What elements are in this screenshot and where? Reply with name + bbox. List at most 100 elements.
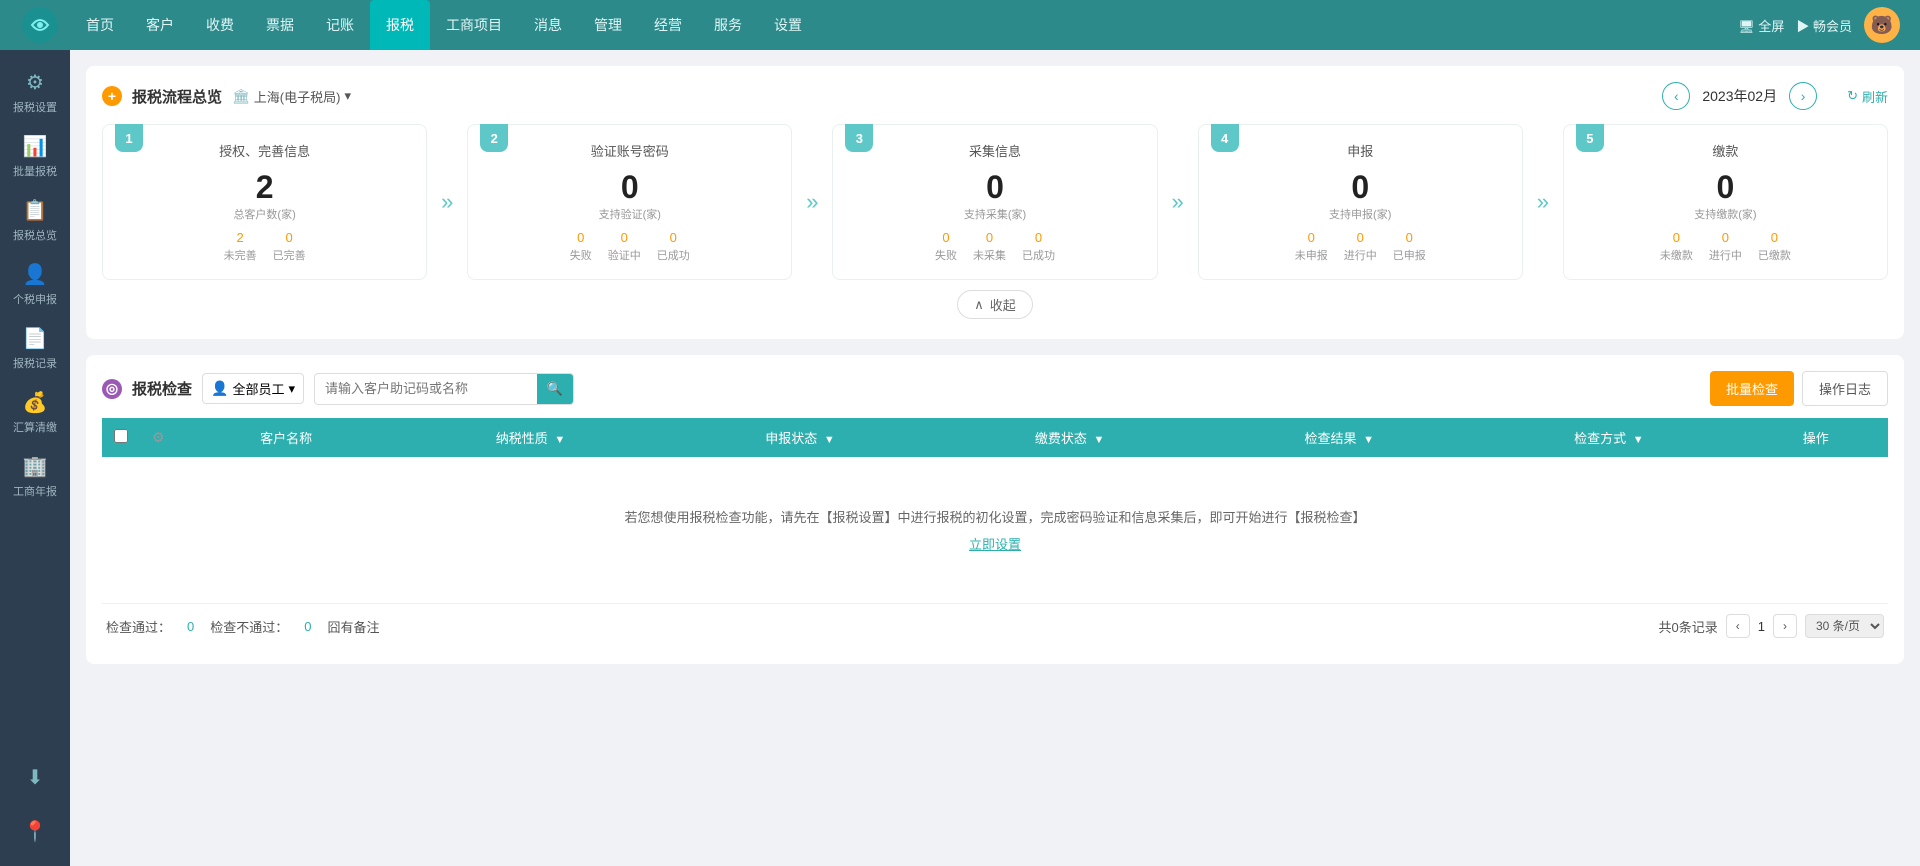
sidebar-download-btn[interactable]: ⬇ [0, 752, 70, 802]
stat-value: 0 [1771, 230, 1778, 245]
stat-value: 0 [577, 230, 584, 245]
refresh-btn[interactable]: ↻ 刷新 [1847, 87, 1888, 106]
prev-month-btn[interactable]: ‹ [1662, 82, 1690, 110]
nav-service[interactable]: 服务 [698, 0, 758, 50]
flow-cards: 1 授权、完善信息 2 总客户数(家) 2 未完善 0 已完善 » [102, 124, 1888, 280]
filter-icon-2[interactable]: ▼ [824, 434, 835, 446]
nav-bookkeeping[interactable]: 记账 [310, 0, 370, 50]
search-button[interactable]: 🔍 [537, 374, 573, 404]
batch-tax-icon: 📊 [23, 134, 48, 159]
location-icon: 📍 [23, 819, 48, 844]
collapse-btn[interactable]: ∧ 收起 [957, 290, 1033, 319]
filter-icon-4[interactable]: ▼ [1363, 434, 1374, 446]
sidebar-item-tax-overview[interactable]: 📋 报税总览 [0, 188, 70, 252]
sidebar-item-tax-record[interactable]: 📄 报税记录 [0, 316, 70, 380]
arrow-4: » [1523, 124, 1563, 280]
sidebar-item-settlement[interactable]: 💰 汇算清缴 [0, 380, 70, 444]
stat-item: 0 已申报 [1393, 230, 1426, 263]
nav-fee[interactable]: 收费 [190, 0, 250, 50]
flow-card-4: 4 申报 0 支持申报(家) 0 未申报 0 进行中 0 已申报 [1198, 124, 1523, 280]
org-icon: 🏛 [232, 88, 250, 105]
nav-tax[interactable]: 报税 [370, 0, 430, 50]
column-settings-icon[interactable]: ⚙ [152, 429, 165, 445]
sidebar-item-annual-report[interactable]: 🏢 工商年报 [0, 444, 70, 508]
step4-stats: 0 未申报 0 进行中 0 已申报 [1211, 230, 1510, 263]
stat-item: 0 已成功 [1022, 230, 1055, 263]
stat-value: 0 [1673, 230, 1680, 245]
flow-card-2: 2 验证账号密码 0 支持验证(家) 0 失败 0 验证中 0 已成功 [467, 124, 792, 280]
first-page-btn[interactable]: ‹ [1726, 614, 1750, 638]
batch-check-button[interactable]: 批量检查 [1710, 371, 1794, 406]
empty-tip: 若您想使用报税检查功能，请先在【报税设置】中进行报税的初化设置，完成密码验证和信… [114, 467, 1876, 593]
pass-value[interactable]: 0 [187, 619, 194, 634]
stat-value: 0 [1722, 230, 1729, 245]
col-pay-status: 缴费状态 ▼ [935, 418, 1205, 457]
select-all-checkbox[interactable] [114, 429, 128, 443]
arrow-2: » [792, 124, 832, 280]
nav-manage[interactable]: 管理 [578, 0, 638, 50]
operation-log-button[interactable]: 操作日志 [1802, 371, 1888, 406]
nav-operation[interactable]: 经营 [638, 0, 698, 50]
filter-icon-1[interactable]: ▼ [554, 434, 565, 446]
check-title: 报税检查 [132, 378, 192, 399]
annual-report-icon: 🏢 [23, 454, 48, 479]
user-avatar[interactable]: 🐻 [1864, 7, 1900, 43]
step5-stats: 0 未缴款 0 进行中 0 已缴款 [1576, 230, 1875, 263]
remark-label: 囧有备注 [328, 617, 380, 636]
flow-card-5: 5 缴款 0 支持缴款(家) 0 未缴款 0 进行中 0 已缴款 [1563, 124, 1888, 280]
stat-label: 已成功 [657, 247, 690, 263]
stat-label: 失败 [935, 247, 957, 263]
empty-cell: 若您想使用报税检查功能，请先在【报税设置】中进行报税的初化设置，完成密码验证和信… [102, 457, 1888, 604]
stat-value: 0 [1357, 230, 1364, 245]
step2-title: 验证账号密码 [480, 141, 779, 160]
step-badge-3: 3 [845, 124, 873, 152]
step2-stats: 0 失败 0 验证中 0 已成功 [480, 230, 779, 263]
nav-invoice[interactable]: 票据 [250, 0, 310, 50]
step4-title: 申报 [1211, 141, 1510, 160]
arrow-3: » [1158, 124, 1198, 280]
nav-settings[interactable]: 设置 [758, 0, 818, 50]
col-tax-nature: 纳税性质 ▼ [396, 418, 666, 457]
pagination: 共0条记录 ‹ 1 › 30 条/页 [1659, 614, 1884, 638]
sidebar-item-personal-tax[interactable]: 👤 个税申报 [0, 252, 70, 316]
download-icon: ⬇ [27, 765, 44, 790]
search-input[interactable] [315, 375, 537, 402]
left-sidebar: ⚙ 报税设置 📊 批量报税 📋 报税总览 👤 个税申报 📄 报税记录 💰 汇算清… [0, 50, 70, 866]
stat-value: 0 [1035, 230, 1042, 245]
filter-icon-3[interactable]: ▼ [1094, 434, 1105, 446]
nav-message[interactable]: 消息 [518, 0, 578, 50]
vip-btn[interactable]: ▶ 畅会员 [1796, 16, 1852, 35]
nav-customer[interactable]: 客户 [130, 0, 190, 50]
chevron-down-icon: ▾ [344, 88, 351, 104]
stat-item: 0 进行中 [1709, 230, 1742, 263]
stat-value: 0 [621, 230, 628, 245]
stat-item: 0 失败 [570, 230, 592, 263]
settlement-icon: 💰 [23, 390, 48, 415]
step1-number: 2 [115, 168, 414, 206]
sidebar-item-tax-settings[interactable]: ⚙ 报税设置 [0, 60, 70, 124]
step3-number: 0 [845, 168, 1144, 206]
nav-home[interactable]: 首页 [70, 0, 130, 50]
stat-item: 0 未申报 [1295, 230, 1328, 263]
stat-item: 0 已成功 [657, 230, 690, 263]
tax-office-selector[interactable]: 🏛 上海(电子税局) ▾ [232, 87, 351, 106]
filter-icon-5[interactable]: ▼ [1633, 434, 1644, 446]
check-card: ◎ 报税检查 👤 全部员工 ▾ 🔍 批量检查 操作日志 [86, 355, 1904, 664]
sidebar-location-btn[interactable]: 📍 [0, 806, 70, 856]
setup-link[interactable]: 立即设置 [969, 534, 1021, 553]
next-month-btn[interactable]: › [1789, 82, 1817, 110]
col-check-result: 检查结果 ▼ [1204, 418, 1474, 457]
employee-selector[interactable]: 👤 全部员工 ▾ [202, 373, 304, 404]
stat-label: 已申报 [1393, 247, 1426, 263]
step2-sub: 支持验证(家) [480, 206, 779, 222]
col-name: 客户名称 [177, 418, 396, 457]
stat-label: 未完善 [224, 247, 257, 263]
fail-value[interactable]: 0 [304, 619, 311, 634]
nav-biz[interactable]: 工商项目 [430, 0, 518, 50]
fullscreen-btn[interactable]: 🖥 全屏 [1738, 16, 1784, 35]
step4-number: 0 [1211, 168, 1510, 206]
next-page-btn[interactable]: › [1773, 614, 1797, 638]
sidebar-item-batch-tax[interactable]: 📊 批量报税 [0, 124, 70, 188]
per-page-select[interactable]: 30 条/页 [1805, 614, 1884, 638]
app-logo [10, 7, 70, 43]
